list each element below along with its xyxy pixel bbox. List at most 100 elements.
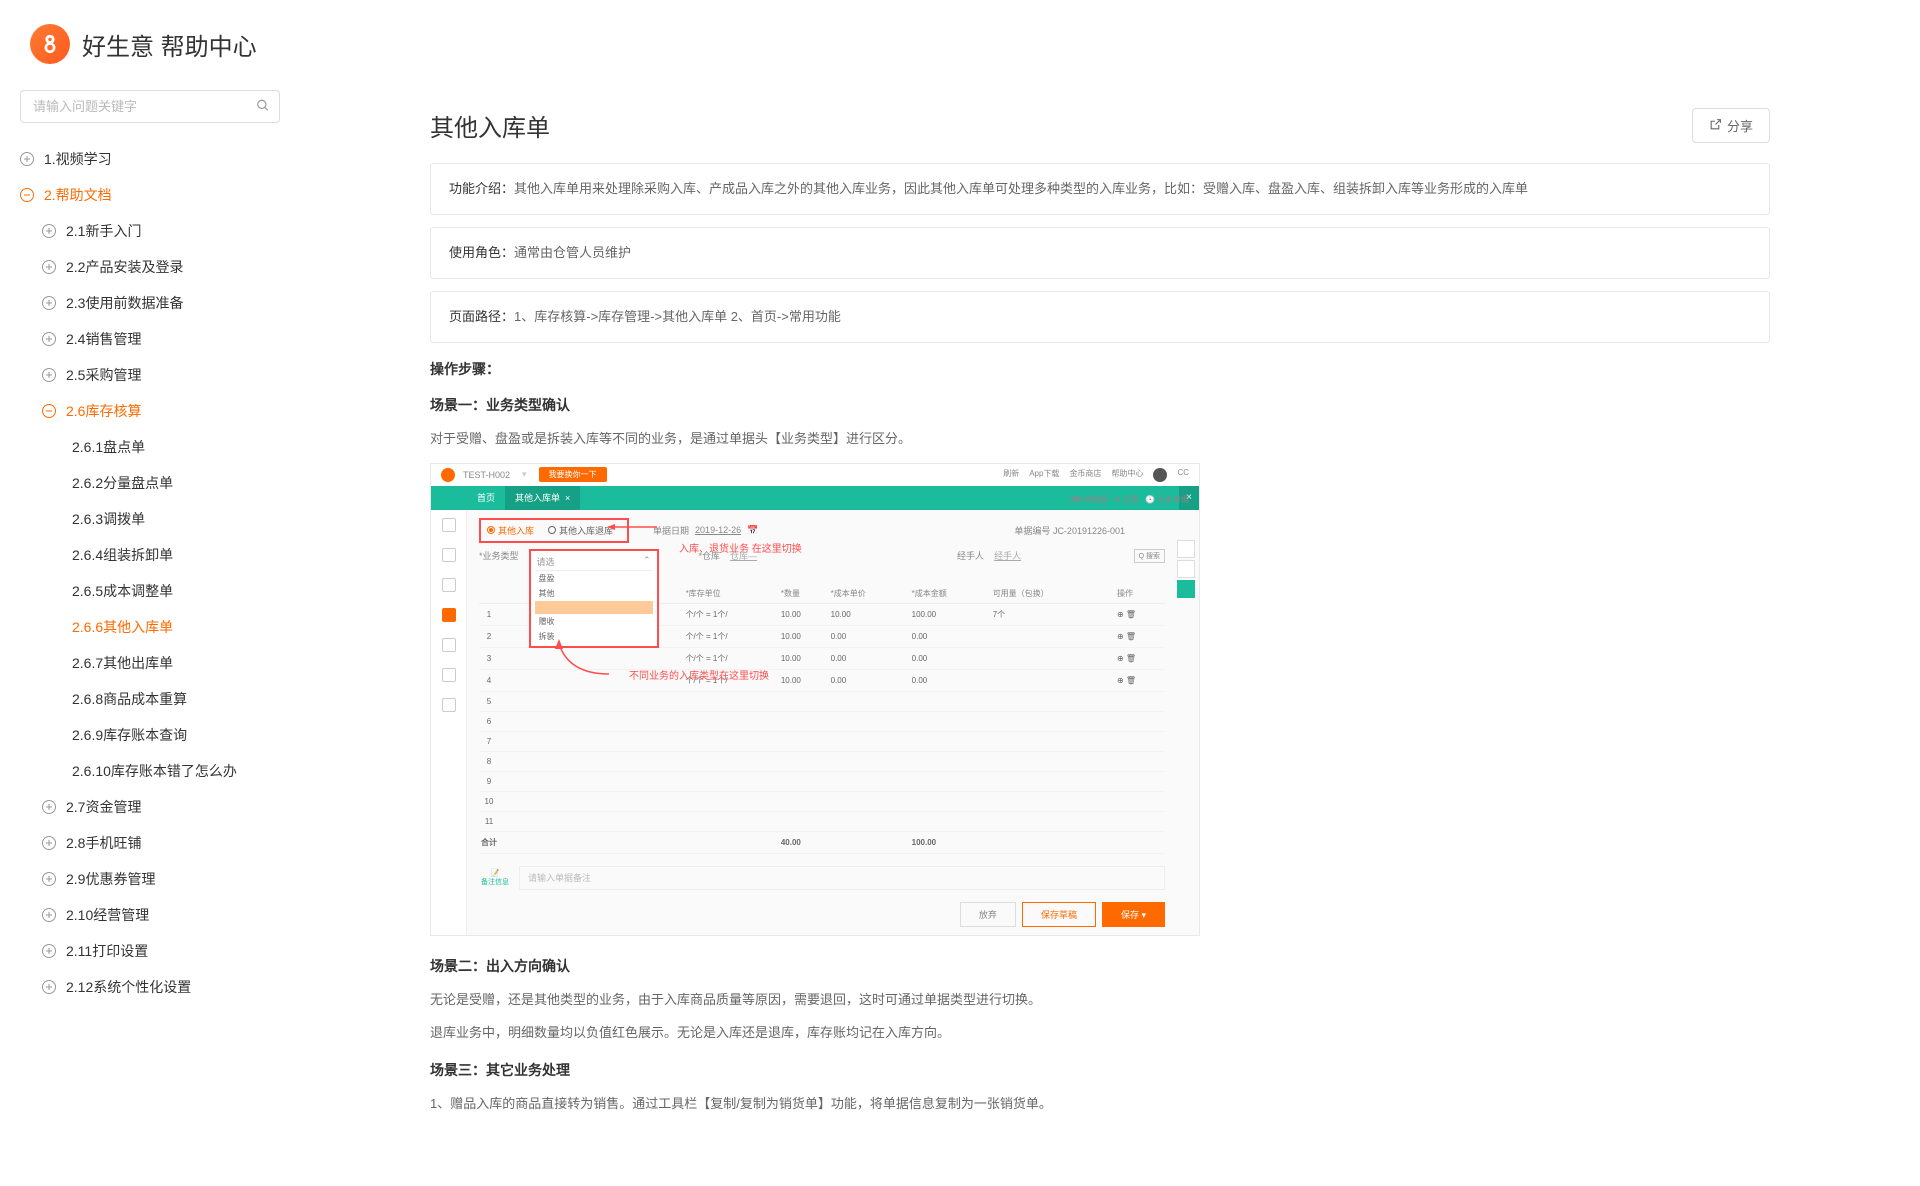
path-label: 页面路径：: [449, 309, 514, 324]
nav-getting-started[interactable]: 2.1新手入门: [20, 213, 280, 249]
nav-purchase-mgmt[interactable]: 2.5采购管理: [20, 357, 280, 393]
nav-print-settings[interactable]: 2.11打印设置: [20, 933, 280, 969]
arrow-icon: [549, 639, 629, 679]
nav-coupon-mgmt[interactable]: 2.9优惠券管理: [20, 861, 280, 897]
nav-label: 2.11打印设置: [66, 941, 148, 961]
scr-save-draft-btn: 保存草稿: [1022, 902, 1096, 927]
nav-transfer[interactable]: 2.6.3调拨单: [20, 501, 280, 537]
nav-mobile-shop[interactable]: 2.8手机旺铺: [20, 825, 280, 861]
share-button[interactable]: 分享: [1692, 108, 1770, 143]
nav-video-learning[interactable]: 1.视频学习: [20, 141, 280, 177]
memo-label-text: 备注信息: [481, 877, 509, 887]
scr-coin-shop: 金币商店: [1069, 468, 1101, 482]
nav-label: 2.4销售管理: [66, 329, 141, 349]
sidebar: 1.视频学习 2.帮助文档 2.1新手入门 2.2产品安装及登录 2.3使用前数…: [0, 90, 300, 999]
scr-meta: TEST-H002 ▾ 我要换你一下: [463, 467, 1003, 482]
nav-label: 2.7资金管理: [66, 797, 141, 817]
plus-icon: [20, 152, 34, 166]
nav-system-settings[interactable]: 2.12系统个性化设置: [20, 969, 280, 999]
scr-tool-history: 🕓 历史单据: [1145, 494, 1189, 505]
search-icon[interactable]: [256, 98, 270, 115]
nav-other-outbound[interactable]: 2.6.7其他出库单: [20, 645, 280, 681]
plus-icon: [42, 260, 56, 274]
nav-cost-adjust[interactable]: 2.6.5成本调整单: [20, 573, 280, 609]
scr-switch-row: 其他入库 其他入库退库 单据日期 2019-12-26 📅 入库、退货业务 在这…: [479, 518, 1165, 543]
scr-dd-opt: 赠收: [535, 614, 653, 629]
search-input[interactable]: [20, 90, 280, 123]
page-title: 其他入库单: [430, 108, 550, 143]
scr-change-btn: 我要换你一下: [539, 467, 607, 482]
scr-memo-row: 📝备注信息 请输入单据备注: [479, 862, 1165, 894]
nav-sales-mgmt[interactable]: 2.4销售管理: [20, 321, 280, 357]
nav-ledger-query[interactable]: 2.6.9库存账本查询: [20, 717, 280, 753]
scene1-text: 对于受赠、盘盈或是拆装入库等不同的业务，是通过单据头【业务类型】进行区分。: [430, 427, 1770, 450]
nav-help-docs[interactable]: 2.帮助文档: [20, 177, 280, 213]
role-box: 使用角色：通常由仓管人员维护: [430, 227, 1770, 279]
scr-lb-icon-active: [442, 608, 456, 622]
nav-label: 2.12系统个性化设置: [66, 977, 191, 997]
scr-refresh: 刷新: [1003, 468, 1019, 482]
nav-label: 2.6.3调拨单: [72, 509, 145, 529]
scene3-text: 1、赠品入库的商品直接转为销售。通过工具栏【复制/复制为销货单】功能，将单据信息…: [430, 1092, 1770, 1115]
scr-dd-opt: 盘盈: [535, 571, 653, 586]
plus-icon: [42, 800, 56, 814]
nav-inventory-accounting[interactable]: 2.6库存核算: [20, 393, 280, 429]
scr-date-value: 2019-12-26: [695, 525, 741, 535]
nav-stocktake[interactable]: 2.6.1盘点单: [20, 429, 280, 465]
scr-radio-label: 其他入库退库: [559, 524, 613, 537]
scr-save-btn: 保存 ▾: [1102, 902, 1165, 927]
intro-label: 功能介绍：: [449, 181, 514, 196]
nav-ledger-error[interactable]: 2.6.10库存账本错了怎么办: [20, 753, 280, 789]
main-content: 其他入库单 分享 功能介绍：其他入库单用来处理除采购入库、产成品入库之外的其他入…: [300, 84, 1920, 1186]
scr-bill-label: 单据编号: [1014, 526, 1050, 536]
screenshot-1: TEST-H002 ▾ 我要换你一下 刷新 App下载 金币商店 帮助中心 CC…: [430, 463, 1200, 936]
scr-dropdown-biz: 请选⌃ 盘盈 其他 赠收 拆装: [529, 549, 659, 648]
table-row: 6: [479, 711, 1165, 731]
cell-qty: 10.00: [779, 669, 829, 691]
nav-label: 2.6.10库存账本错了怎么办: [72, 761, 237, 781]
nav-cost-recalc[interactable]: 2.6.8商品成本重算: [20, 681, 280, 717]
scene2-title: 场景二：出入方向确认: [430, 956, 1770, 976]
nav-label: 2.6.8商品成本重算: [72, 689, 187, 709]
nav-partial-stocktake[interactable]: 2.6.2分量盘点单: [20, 465, 280, 501]
role-label: 使用角色：: [449, 245, 514, 260]
table-sum-row: 合计40.00100.00: [479, 831, 1165, 853]
nav-install-login[interactable]: 2.2产品安装及登录: [20, 249, 280, 285]
plus-icon: [42, 944, 56, 958]
scr-rb-icon: [1177, 560, 1195, 578]
scr-search-label: 搜索: [1146, 553, 1160, 560]
nav-business-mgmt[interactable]: 2.10经营管理: [20, 897, 280, 933]
scr-radio-return: 其他入库退库: [548, 524, 613, 537]
scr-dd-header: 请选⌃: [535, 553, 653, 571]
nav-funds-mgmt[interactable]: 2.7资金管理: [20, 789, 280, 825]
share-label: 分享: [1727, 116, 1753, 135]
search-icon: Q 搜索: [1134, 549, 1165, 563]
cell-amt: 0.00: [910, 647, 991, 669]
scr-bill-no: 单据编号 JC-20191226-001: [1014, 524, 1125, 537]
nav-label: 2.1新手入门: [66, 221, 141, 241]
scr-rb-icon: [1177, 540, 1195, 558]
sum-amt: 100.00: [910, 831, 991, 853]
table-row: 11: [479, 811, 1165, 831]
scr-tab-home: 首页: [467, 486, 505, 510]
scr-dd-opt: 其他: [535, 586, 653, 601]
scr-app-download: App下载: [1029, 468, 1059, 482]
table-row: 8: [479, 751, 1165, 771]
nav-data-prep[interactable]: 2.3使用前数据准备: [20, 285, 280, 321]
scr-tab-other-inbound: 其他入库单 ×: [505, 486, 580, 510]
scr-lb-icon: [442, 518, 456, 532]
cell-price: 0.00: [829, 669, 910, 691]
scr-date: 单据日期 2019-12-26 📅: [653, 524, 758, 537]
nav-assemble[interactable]: 2.6.4组装拆卸单: [20, 537, 280, 573]
scene2-text2: 退库业务中，明细数量均以负值红色展示。无论是入库还是退库，库存账均记在入库方向。: [430, 1021, 1770, 1044]
scr-topbar: TEST-H002 ▾ 我要换你一下 刷新 App下载 金币商店 帮助中心 CC: [431, 464, 1199, 486]
steps-heading: 操作步骤：: [430, 359, 1770, 379]
scr-tool-label: 历史单据: [1157, 494, 1189, 505]
nav-label: 2.6库存核算: [66, 401, 141, 421]
nav-other-inbound[interactable]: 2.6.6其他入库单: [20, 609, 280, 645]
scr-tool-settings: ⚙ 设置: [1114, 494, 1139, 505]
share-icon: [1709, 118, 1722, 134]
plus-icon: [42, 224, 56, 238]
scr-tab-label: 其他入库单: [515, 491, 560, 504]
table-row: 7: [479, 731, 1165, 751]
